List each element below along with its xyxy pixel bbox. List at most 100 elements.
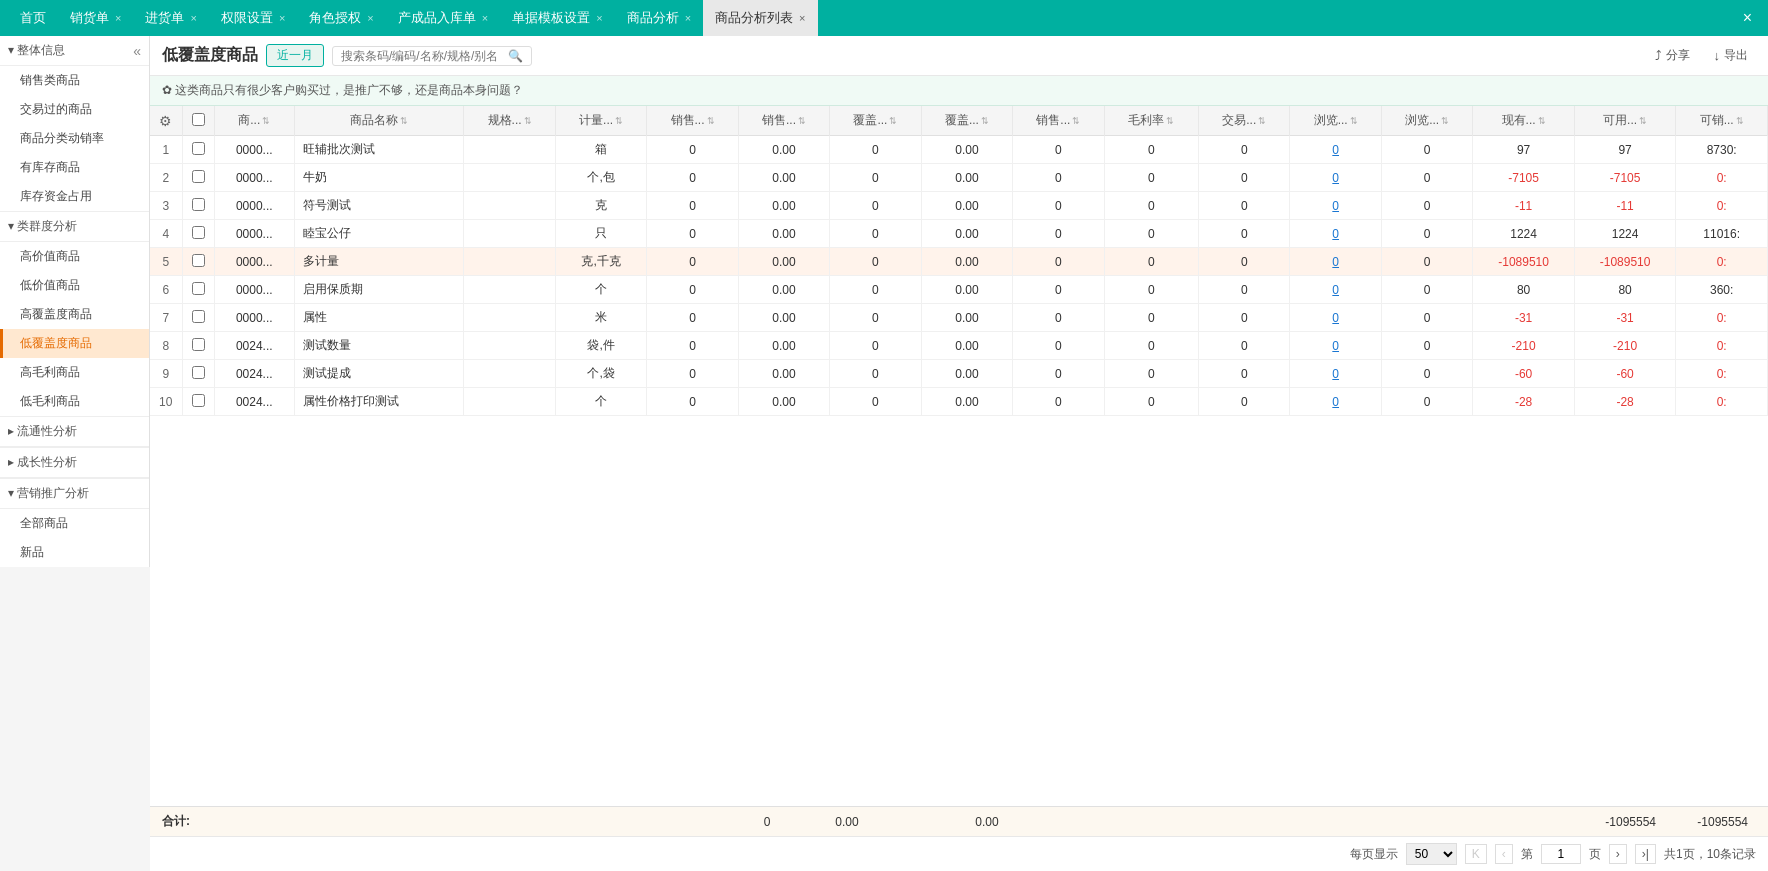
- row-browse1[interactable]: 0: [1290, 276, 1381, 304]
- next-page-btn[interactable]: ›: [1609, 844, 1627, 864]
- select-all-checkbox[interactable]: [192, 113, 205, 126]
- nav-template[interactable]: 单据模板设置 ×: [500, 0, 614, 36]
- col-checkbox[interactable]: [182, 106, 214, 136]
- row-browse1[interactable]: 0: [1290, 136, 1381, 164]
- share-button[interactable]: ⤴ 分享: [1647, 44, 1698, 67]
- row-checkbox[interactable]: [182, 192, 214, 220]
- row-browse1[interactable]: 0: [1290, 332, 1381, 360]
- nav-purchase-close[interactable]: ×: [190, 12, 196, 24]
- prev-page-btn[interactable]: ‹: [1495, 844, 1513, 864]
- sidebar-item-high-margin[interactable]: 高毛利商品: [0, 358, 149, 387]
- nav-permission[interactable]: 权限设置 ×: [209, 0, 297, 36]
- nav-analysis-list[interactable]: 商品分析列表 ×: [703, 0, 817, 36]
- nav-home[interactable]: 首页: [8, 0, 58, 36]
- col-name[interactable]: 商品名称⇅: [295, 106, 464, 136]
- col-unit[interactable]: 计量...⇅: [555, 106, 646, 136]
- search-input[interactable]: [341, 49, 504, 63]
- row-gross-margin: 0: [1104, 136, 1198, 164]
- filter-recent-month[interactable]: 近一月: [266, 44, 324, 67]
- col-transactions[interactable]: 交易...⇅: [1199, 106, 1290, 136]
- first-page-btn[interactable]: K: [1465, 844, 1487, 864]
- col-browse2[interactable]: 浏览...⇅: [1381, 106, 1472, 136]
- nav-analysis-list-close[interactable]: ×: [799, 12, 805, 24]
- sidebar-section-cluster[interactable]: ▾ 类群度分析: [0, 211, 149, 242]
- sidebar-item-category-rate[interactable]: 商品分类动销率: [0, 124, 149, 153]
- row-coverage2: 0.00: [921, 248, 1012, 276]
- sidebar-item-stock-fund[interactable]: 库存资金占用: [0, 182, 149, 211]
- sidebar-item-low-value[interactable]: 低价值商品: [0, 271, 149, 300]
- col-sales3[interactable]: 销售...⇅: [1013, 106, 1104, 136]
- row-checkbox[interactable]: [182, 276, 214, 304]
- row-transactions: 0: [1199, 192, 1290, 220]
- nav-analysis[interactable]: 商品分析 ×: [615, 0, 703, 36]
- col-available[interactable]: 可用...⇅: [1574, 106, 1676, 136]
- nav-analysis-close[interactable]: ×: [685, 12, 691, 24]
- col-spec[interactable]: 规格...⇅: [464, 106, 555, 136]
- col-current-stock[interactable]: 现有...⇅: [1473, 106, 1575, 136]
- row-browse1[interactable]: 0: [1290, 304, 1381, 332]
- col-sales-amt[interactable]: 销售...⇅: [738, 106, 829, 136]
- row-browse1[interactable]: 0: [1290, 164, 1381, 192]
- window-close-btn[interactable]: ×: [1735, 9, 1760, 27]
- sidebar-item-low-coverage[interactable]: 低覆盖度商品: [0, 329, 149, 358]
- sidebar-item-high-coverage[interactable]: 高覆盖度商品: [0, 300, 149, 329]
- nav-template-close[interactable]: ×: [596, 12, 602, 24]
- row-checkbox[interactable]: [182, 248, 214, 276]
- row-unit: 克: [555, 192, 646, 220]
- row-checkbox[interactable]: [182, 164, 214, 192]
- page-number-input[interactable]: [1541, 844, 1581, 864]
- export-button[interactable]: ↓ 导出: [1706, 44, 1757, 67]
- row-checkbox[interactable]: [182, 220, 214, 248]
- col-saleable[interactable]: 可销...⇅: [1676, 106, 1768, 136]
- row-checkbox[interactable]: [182, 332, 214, 360]
- sidebar-item-new-goods[interactable]: 新品: [0, 538, 149, 567]
- col-coverage1[interactable]: 覆盖...⇅: [830, 106, 921, 136]
- total-pages-info: 共1页，10条记录: [1664, 846, 1756, 863]
- col-coverage2[interactable]: 覆盖...⇅: [921, 106, 1012, 136]
- sidebar-item-high-value[interactable]: 高价值商品: [0, 242, 149, 271]
- row-checkbox[interactable]: [182, 388, 214, 416]
- row-current-stock: 97: [1473, 136, 1575, 164]
- nav-sales[interactable]: 销货单 ×: [58, 0, 133, 36]
- row-checkbox[interactable]: [182, 136, 214, 164]
- row-checkbox[interactable]: [182, 360, 214, 388]
- row-sales-amt: 0.00: [738, 276, 829, 304]
- nav-permission-close[interactable]: ×: [279, 12, 285, 24]
- row-checkbox[interactable]: [182, 304, 214, 332]
- sidebar-section-growth[interactable]: ▸ 成长性分析: [0, 447, 149, 478]
- row-coverage1: 0: [830, 304, 921, 332]
- sidebar-item-all-goods[interactable]: 全部商品: [0, 509, 149, 538]
- nav-analysis-label: 商品分析: [627, 9, 679, 27]
- row-browse1[interactable]: 0: [1290, 248, 1381, 276]
- sidebar-item-traded-goods[interactable]: 交易过的商品: [0, 95, 149, 124]
- sidebar-section-flow[interactable]: ▸ 流通性分析: [0, 416, 149, 447]
- row-browse1[interactable]: 0: [1290, 192, 1381, 220]
- search-icon[interactable]: 🔍: [508, 49, 523, 63]
- sidebar-collapse-icon[interactable]: «: [133, 43, 141, 59]
- col-gross-margin[interactable]: 毛利率⇅: [1104, 106, 1198, 136]
- nav-purchase[interactable]: 进货单 ×: [133, 0, 208, 36]
- nav-role-close[interactable]: ×: [367, 12, 373, 24]
- row-browse1[interactable]: 0: [1290, 388, 1381, 416]
- col-browse1[interactable]: 浏览...⇅: [1290, 106, 1381, 136]
- sidebar-item-in-stock[interactable]: 有库存商品: [0, 153, 149, 182]
- settings-icon[interactable]: ⚙: [159, 113, 172, 129]
- nav-sales-close[interactable]: ×: [115, 12, 121, 24]
- sidebar-item-low-margin[interactable]: 低毛利商品: [0, 387, 149, 416]
- row-gross-margin: 0: [1104, 388, 1198, 416]
- last-page-btn[interactable]: ›|: [1635, 844, 1656, 864]
- col-code[interactable]: 商...⇅: [214, 106, 295, 136]
- nav-product-in-close[interactable]: ×: [482, 12, 488, 24]
- row-num: 3: [150, 192, 182, 220]
- col-sales-qty[interactable]: 销售...⇅: [647, 106, 738, 136]
- nav-product-in[interactable]: 产成品入库单 ×: [386, 0, 500, 36]
- row-browse1[interactable]: 0: [1290, 360, 1381, 388]
- per-page-select[interactable]: 50 10 20 100: [1406, 843, 1457, 865]
- sidebar-item-sales-goods[interactable]: 销售类商品: [0, 66, 149, 95]
- col-gear[interactable]: ⚙: [150, 106, 182, 136]
- table-wrapper[interactable]: ⚙ 商...⇅ 商品名称⇅ 规格...⇅ 计量...⇅ 销售...⇅ 销售...…: [150, 106, 1768, 806]
- nav-role[interactable]: 角色授权 ×: [297, 0, 385, 36]
- row-current-stock: -31: [1473, 304, 1575, 332]
- sidebar-section-marketing[interactable]: ▾ 营销推广分析: [0, 478, 149, 509]
- row-browse1[interactable]: 0: [1290, 220, 1381, 248]
